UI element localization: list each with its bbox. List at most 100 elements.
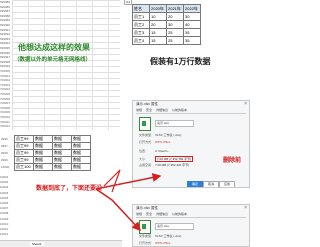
table-cell[interactable]: 20 (149, 20, 167, 29)
table-cell[interactable]: 40 (183, 20, 201, 29)
table-cell[interactable]: 数据 (71, 142, 91, 150)
size-label: 大小: (139, 157, 146, 161)
properties-dialog-after: 演示.xlsx 属性 × 常规 安全 详细信息 以前的版本 演示.xlsx 文件… (132, 204, 250, 247)
file-name-field[interactable]: 演示.xlsx (155, 120, 194, 127)
table-row: 员工4 15 25 35 (132, 36, 201, 45)
tab-general[interactable]: 常规 (136, 212, 142, 216)
tail-data-table: 9996 员工99 数据 数据 数据 9997 员工99 数据 数据 数据 99… (0, 135, 91, 171)
row-number: 9996 (1, 137, 8, 141)
tab-previous-versions[interactable]: 以前的版本 (172, 212, 187, 216)
type-label: 文件类型: (139, 234, 152, 238)
row-number: 9998 (1, 151, 8, 155)
table-cell[interactable]: 数据 (52, 135, 72, 143)
sheet-tab[interactable]: Sheet1 (30, 242, 44, 246)
table-cell[interactable]: 数据 (33, 149, 53, 157)
tab-previous-versions[interactable]: 以前的版本 (172, 108, 187, 112)
tab-security[interactable]: 安全 (146, 212, 152, 216)
table-cell[interactable]: 员工99 (14, 142, 34, 150)
table-row: 9996 员工99 数据 数据 数据 (0, 135, 91, 143)
row-number: 10012 (0, 232, 9, 237)
data-sheet-panel: G4 姓名 2020年 2021年 2022年 员工1 10 20 30 员工2… (124, 0, 250, 50)
table-cell[interactable]: 数据 (71, 149, 91, 157)
tab-details[interactable]: 详细信息 (156, 108, 168, 112)
data-table: 姓名 2020年 2021年 2022年 员工1 10 20 30 员工2 20… (132, 4, 201, 45)
table-cell[interactable]: 员工4 (132, 36, 150, 45)
properties-dialog-before: 演示.xlsx 属性 × 常规 安全 详细信息 以前的版本 演示.xlsx 文件… (132, 100, 250, 188)
size-value: 7.00 MB (7,352,782 字节) (155, 156, 194, 162)
end-of-data-sheet-panel: 9996 员工99 数据 数据 数据 9997 员工99 数据 数据 数据 99… (0, 135, 122, 247)
table-cell[interactable]: 15 (149, 36, 167, 45)
excel-file-icon (139, 220, 151, 234)
table-cell[interactable]: 数据 (52, 149, 72, 157)
table-cell[interactable]: 数据 (52, 142, 72, 150)
table-cell[interactable]: 10 (149, 12, 167, 21)
table-cell[interactable]: 员工3 (132, 28, 150, 37)
table-cell[interactable]: 20 (166, 12, 184, 21)
table-row: 9999 员工99 数据 数据 数据 (0, 156, 91, 164)
table-cell[interactable]: 员工1 (132, 12, 150, 21)
location-label: 位置: (139, 149, 146, 153)
table-cell[interactable]: 员工99 (14, 135, 34, 143)
close-icon[interactable]: × (244, 101, 247, 107)
table-cell[interactable]: 数据 (52, 163, 72, 171)
cancel-button[interactable]: 取消 (203, 181, 219, 187)
open-with-label: 打开方式: (139, 241, 152, 245)
sheet-tab-bar: Sheet1 (0, 240, 122, 247)
table-cell[interactable]: 员工99 (14, 156, 34, 164)
caption-fake-rows: 假装有1万行数据 (150, 57, 211, 66)
table-cell[interactable]: 15 (149, 28, 167, 37)
cell-reference: G4 (124, 0, 133, 5)
table-row: 员工3 15 25 35 (132, 28, 201, 37)
ok-button[interactable]: 确定 (187, 181, 203, 187)
annotation-before-delete: 删除前 (223, 158, 242, 164)
row-number: 10000 (1, 165, 10, 169)
table-cell[interactable]: 员工99 (14, 149, 34, 157)
caption-effect-note: （数据以外的单元格无网格线） (14, 57, 92, 63)
table-cell[interactable]: 员工100 (14, 163, 34, 171)
file-name-field[interactable]: 演示.xlsx (155, 223, 194, 230)
tab-general[interactable]: 常规 (136, 108, 142, 112)
dialog-title: 演示.xlsx 属性 (136, 102, 158, 106)
header-row: 姓名 2020年 2021年 2022年 (132, 4, 201, 13)
table-cell[interactable]: 30 (166, 20, 184, 29)
row-number: 9997 (1, 144, 8, 148)
table-row: 员工1 10 20 30 (132, 12, 201, 21)
row-number: 9999 (1, 158, 8, 162)
type-value: XLSX 工作表 (.xlsx) (155, 234, 182, 238)
table-cell[interactable]: 数据 (71, 156, 91, 164)
table-cell[interactable]: 25 (166, 28, 184, 37)
table-cell[interactable]: 25 (166, 36, 184, 45)
header-cell[interactable]: 2020年 (149, 4, 167, 13)
caption-effect: 他想达成这样的效果 (18, 43, 90, 52)
close-icon[interactable]: × (244, 205, 247, 211)
table-cell[interactable]: 员工2 (132, 20, 150, 29)
table-cell[interactable]: 数据 (33, 142, 53, 150)
table-row: 员工2 20 30 40 (132, 20, 201, 29)
table-cell[interactable]: 35 (183, 28, 201, 37)
table-cell[interactable]: 数据 (71, 135, 91, 143)
table-cell[interactable]: 30 (183, 12, 201, 21)
table-row: 9997 员工99 数据 数据 数据 (0, 142, 91, 150)
dialog-title: 演示.xlsx 属性 (136, 206, 158, 210)
table-cell[interactable]: 数据 (71, 163, 91, 171)
table-cell[interactable]: 数据 (33, 135, 53, 143)
dialog-tabs: 常规 安全 详细信息 以前的版本 (136, 212, 246, 218)
tab-details[interactable]: 详细信息 (156, 212, 168, 216)
table-cell[interactable]: 35 (183, 36, 201, 45)
header-cell[interactable]: 姓名 (132, 4, 150, 13)
caption-end-of-data: 数据到底了，下面还要没 (36, 186, 103, 192)
header-cell[interactable]: 2021年 (166, 4, 184, 13)
table-cell[interactable]: 数据 (52, 156, 72, 164)
disk-size-label: 占用空间: (139, 163, 152, 167)
table-cell[interactable]: 数据 (33, 156, 53, 164)
excel-file-icon (139, 117, 151, 131)
disk-size-value: 7.00 MB (7,352,320 字节) (155, 163, 190, 167)
table-cell[interactable]: 数据 (33, 163, 53, 171)
open-with-label: 打开方式: (139, 140, 152, 144)
apply-button[interactable]: 应用 (219, 181, 235, 187)
open-with-value: WPS Office (155, 140, 171, 144)
row-number: 700012 (0, 124, 11, 129)
tab-security[interactable]: 安全 (146, 108, 152, 112)
location-value: C:\Users\... (155, 149, 171, 153)
header-cell[interactable]: 2022年 (183, 4, 201, 13)
